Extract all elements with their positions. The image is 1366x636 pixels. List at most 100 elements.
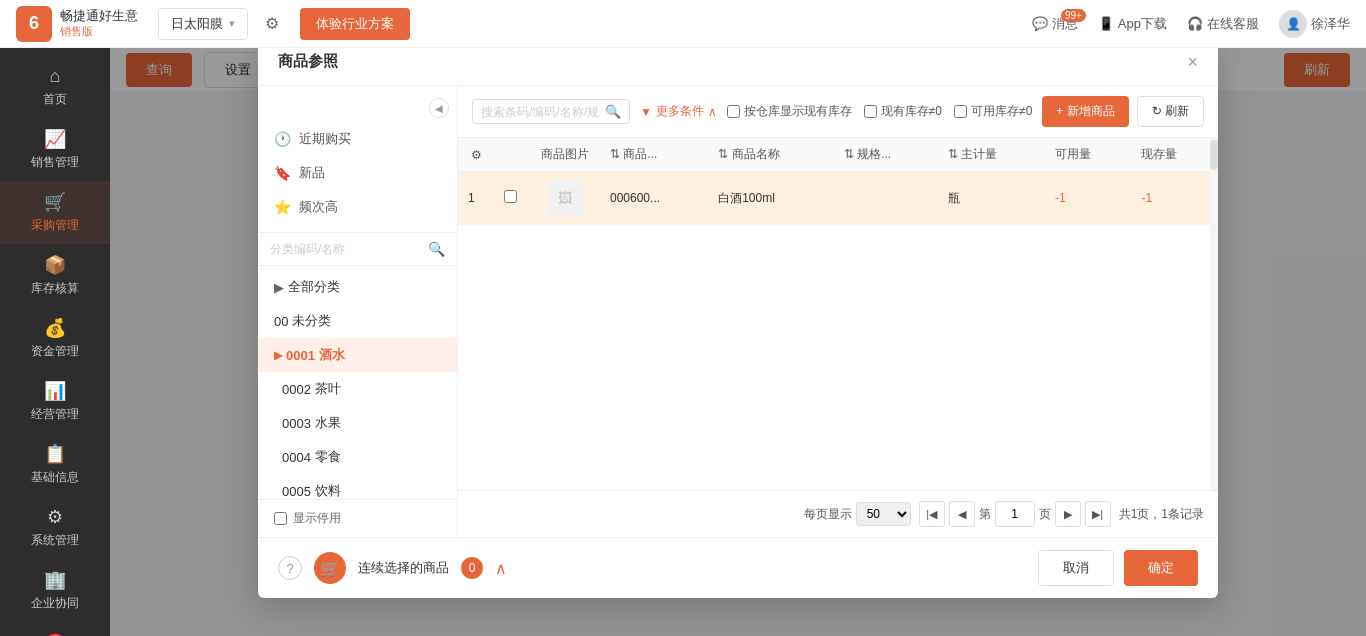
per-page-dropdown[interactable]: 10 20 50 100	[856, 502, 911, 526]
selected-count-badge: 0	[461, 557, 483, 579]
category-item-0004[interactable]: 0004 零食	[258, 440, 457, 474]
product-search-icon[interactable]: 🔍	[605, 104, 621, 119]
modal-title: 商品参照	[278, 52, 338, 71]
product-search-input[interactable]	[481, 105, 599, 119]
high-frequency-icon: ⭐	[274, 199, 291, 215]
tab-high-frequency[interactable]: ⭐ 频次高	[258, 190, 457, 224]
category-item-all[interactable]: ▶ 全部分类	[258, 270, 457, 304]
first-page-button[interactable]: |◀	[919, 501, 945, 527]
product-table: ⚙ 商品图片 ⇅ 商品...	[458, 138, 1218, 225]
cell-check[interactable]	[494, 172, 530, 225]
product-thumbnail: 🖼	[547, 180, 583, 216]
category-search-input[interactable]	[270, 242, 422, 256]
row-checkbox[interactable]	[504, 190, 517, 203]
category-item-0001[interactable]: ▶ 0001 酒水	[258, 338, 457, 372]
phone-icon: 📱	[1098, 16, 1114, 31]
sidebar-item-system[interactable]: ⚙ 系统管理	[0, 496, 110, 559]
settings-icon[interactable]: ⚙	[256, 8, 288, 40]
footer-collapse-icon[interactable]: ∧	[495, 559, 507, 578]
category-item-00[interactable]: 00 未分类	[258, 304, 457, 338]
show-disabled-checkbox[interactable]	[274, 512, 287, 525]
collapse-button[interactable]: ◀	[429, 98, 449, 118]
confirm-button[interactable]: 确定	[1124, 550, 1198, 586]
tab-new-product[interactable]: 🔖 新品	[258, 156, 457, 190]
product-reference-modal: 商品参照 × ◀ 🕐 近期购买	[258, 48, 1218, 598]
modal-body: ◀ 🕐 近期购买 🔖 新品 ⭐	[258, 86, 1218, 537]
page-controls: |◀ ◀ 第 页 ▶ ▶|	[919, 501, 1111, 527]
category-item-0002[interactable]: 0002 茶叶	[258, 372, 457, 406]
show-disabled-label[interactable]: 显示停用	[274, 510, 441, 527]
enterprise-icon: 🏢	[44, 569, 66, 591]
sidebar-item-basic-info[interactable]: 📋 基础信息	[0, 433, 110, 496]
category-search-icon[interactable]: 🔍	[428, 241, 445, 257]
sidebar-item-finance[interactable]: 💰 资金管理	[0, 307, 110, 370]
category-item-0005[interactable]: 0005 饮料	[258, 474, 457, 499]
main-layout: ⌂ 首页 📈 销售管理 🛒 采购管理 📦 库存核算 💰 资金管理 📊 经营管理 …	[0, 48, 1366, 636]
sidebar-label-enterprise: 企业协同	[31, 595, 79, 612]
checkbox-by-warehouse[interactable]: 按仓库显示现有库存	[727, 103, 852, 120]
category-name-0002: 茶叶	[315, 380, 341, 398]
modal-close-button[interactable]: ×	[1187, 53, 1198, 71]
sidebar-label-sales: 销售管理	[31, 154, 79, 171]
messages-button[interactable]: 💬 消息 99+	[1032, 15, 1078, 33]
store-selector[interactable]: 日太阳膜 ▾	[158, 8, 248, 40]
user-profile[interactable]: 👤 徐泽华	[1279, 10, 1350, 38]
page-number-input[interactable]	[995, 501, 1035, 527]
th-available[interactable]: 可用量	[1045, 138, 1131, 172]
vertical-scrollbar[interactable]	[1210, 138, 1218, 490]
sidebar-item-enterprise[interactable]: 🏢 企业协同	[0, 559, 110, 622]
last-page-button[interactable]: ▶|	[1085, 501, 1111, 527]
next-page-button[interactable]: ▶	[1055, 501, 1081, 527]
th-checkbox	[494, 138, 530, 172]
prev-page-button[interactable]: ◀	[949, 501, 975, 527]
sidebar-item-guide[interactable]: 🎯 新手引导	[0, 622, 110, 636]
th-code[interactable]: ⇅ 商品...	[600, 138, 708, 172]
finance-icon: 💰	[44, 317, 66, 339]
filter-icon: ▼	[640, 105, 652, 119]
th-name[interactable]: ⇅ 商品名称	[708, 138, 834, 172]
th-spec[interactable]: ⇅ 规格...	[834, 138, 938, 172]
cancel-button[interactable]: 取消	[1038, 550, 1114, 586]
right-panel: 🔍 ▼ 更多条件 ∧ 按仓库显示现有库存	[458, 86, 1218, 537]
table-refresh-button[interactable]: ↻ 刷新	[1137, 96, 1204, 127]
sidebar: ⌂ 首页 📈 销售管理 🛒 采购管理 📦 库存核算 💰 资金管理 📊 经营管理 …	[0, 48, 110, 636]
th-stock[interactable]: 现存量	[1131, 138, 1218, 172]
checkbox-by-warehouse-input[interactable]	[727, 105, 740, 118]
experience-button[interactable]: 体验行业方案	[300, 8, 410, 40]
avatar: 👤	[1279, 10, 1307, 38]
help-icon[interactable]: ?	[278, 556, 302, 580]
checkbox-stock-not-zero-input[interactable]	[864, 105, 877, 118]
sidebar-label-inventory: 库存核算	[31, 280, 79, 297]
checkbox-available-not-zero[interactable]: 可用库存≠0	[954, 103, 1032, 120]
checkbox-stock-not-zero[interactable]: 现有库存≠0	[864, 103, 942, 120]
filter-button[interactable]: ▼ 更多条件 ∧	[640, 103, 717, 120]
sidebar-item-purchase[interactable]: 🛒 采购管理	[0, 181, 110, 244]
cell-code: 000600...	[600, 172, 708, 225]
sidebar-item-operations[interactable]: 📊 经营管理	[0, 370, 110, 433]
cell-spec	[834, 172, 938, 225]
sidebar-item-home[interactable]: ⌂ 首页	[0, 56, 110, 118]
table-row[interactable]: 1 🖼 000600... 白酒100ml 瓶	[458, 172, 1218, 225]
online-service-button[interactable]: 🎧 在线客服	[1187, 15, 1259, 33]
checkbox-available-not-zero-input[interactable]	[954, 105, 967, 118]
add-product-button[interactable]: + 新增商品	[1042, 96, 1128, 127]
category-list: ▶ 全部分类 00 未分类 ▶ 0001 酒水	[258, 266, 457, 499]
sidebar-label-system: 系统管理	[31, 532, 79, 549]
system-icon: ⚙	[47, 506, 63, 528]
logo-text: 畅捷通好生意 销售版	[60, 8, 138, 40]
purchase-icon: 🛒	[44, 191, 66, 213]
sales-icon: 📈	[44, 128, 66, 150]
nav-right: 💬 消息 99+ 📱 App下载 🎧 在线客服 👤 徐泽华	[1032, 10, 1350, 38]
category-item-0003[interactable]: 0003 水果	[258, 406, 457, 440]
category-code-0002: 0002	[282, 382, 311, 397]
th-unit[interactable]: ⇅ 主计量	[938, 138, 1045, 172]
sort-icon-spec: ⇅	[844, 147, 854, 161]
sidebar-item-inventory[interactable]: 📦 库存核算	[0, 244, 110, 307]
th-settings[interactable]: ⚙	[458, 138, 494, 172]
logo-area: 6 畅捷通好生意 销售版	[16, 6, 138, 42]
app-download-button[interactable]: 📱 App下载	[1098, 15, 1167, 33]
cart-icon[interactable]: 🛒	[314, 552, 346, 584]
sidebar-item-sales[interactable]: 📈 销售管理	[0, 118, 110, 181]
tab-recent-purchase[interactable]: 🕐 近期购买	[258, 122, 457, 156]
left-tabs: ◀ 🕐 近期购买 🔖 新品 ⭐	[258, 86, 457, 233]
